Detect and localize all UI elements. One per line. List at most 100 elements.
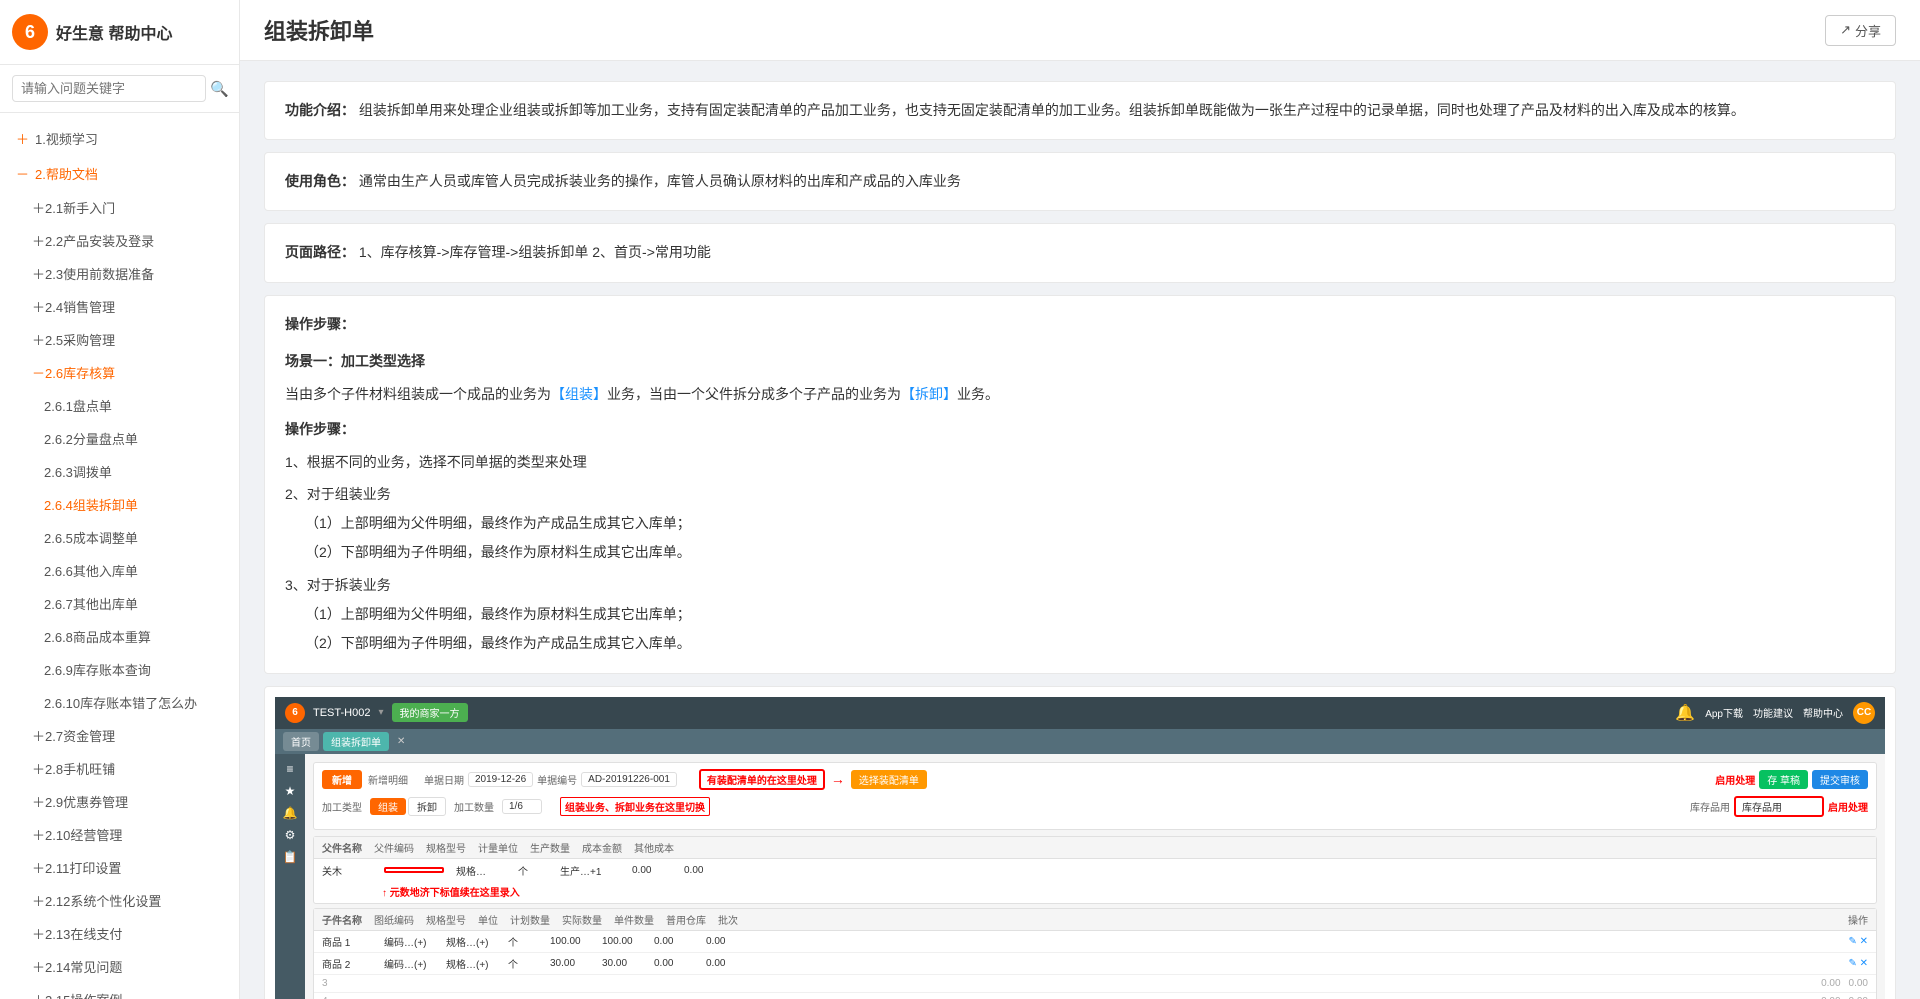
fake-qty-label: 加工数量 [454,799,494,814]
share-label: 分享 [1855,21,1881,40]
main-header: 组装拆卸单 ↗ 分享 [240,0,1920,61]
sidebar-subsub-label: 2.6.5成本调整单 [44,528,138,547]
fake-sub-row1-spec: 规格…(+) [446,934,496,949]
fake-annotation2b: 启用处理 [1828,799,1868,814]
fake-icon2: ★ [285,784,296,798]
fake-row-cost: 0.00 [632,865,672,876]
fake-row-other: 0.00 [684,865,724,876]
sidebar-item-2.6.3[interactable]: 2.6.3调拨单 [0,455,239,488]
fake-sub-row2-actual: 30.00 [602,958,642,969]
fake-nav-home: 首页 [283,732,319,751]
sidebar-sub-label: 2.12系统个性化设置 [45,891,161,910]
plus-icon: ＋ [32,231,45,250]
sidebar-sub-label: 2.9优惠券管理 [45,792,128,811]
fake-date-val: 2019-12-26 [468,772,533,787]
plus-icon: ＋ [32,990,45,999]
fake-sub-header10: 操作 [1848,912,1868,927]
sidebar-sub-label: 2.8手机旺铺 [45,759,115,778]
role-card: 使用角色： 通常由生产人员或库管人员完成拆装业务的操作，库管人员确认原材料的出库… [264,152,1896,211]
sidebar-sub-label: 2.15操作案例 [45,990,122,999]
sidebar-item-2.7[interactable]: ＋ 2.7资金管理 [0,719,239,752]
fake-billno-val: AD-20191226-001 [581,772,677,787]
path-card: 页面路径： 1、库存核算->库存管理->组装拆卸单 2、首页->常用功能 [264,223,1896,282]
fake-sub-header9: 批次 [718,912,738,927]
sidebar-item-label: 2.帮助文档 [35,164,98,183]
sidebar-item-2.12[interactable]: ＋ 2.12系统个性化设置 [0,884,239,917]
sidebar-sub-label: 2.6库存核算 [45,363,115,382]
sidebar-item-2.8[interactable]: ＋ 2.8手机旺铺 [0,752,239,785]
search-input[interactable] [12,75,206,102]
fake-arrow1: → [831,771,845,787]
step2: 2、对于组装业务 [285,482,1875,507]
fake-sub-row1-actual: 100.00 [602,936,642,947]
fake-sub-row2-plan: 30.00 [550,958,590,969]
plus-icon: ＋ [32,330,45,349]
sidebar-subsub-label: 2.6.4组装拆卸单 [44,495,138,514]
sidebar-item-video[interactable]: ＋ 1.视频学习 [0,121,239,156]
fake-nav-text3: 帮助中心 [1803,705,1843,720]
sidebar-item-2.6.5[interactable]: 2.6.5成本调整单 [0,521,239,554]
sidebar-sub-label: 2.11打印设置 [45,858,121,877]
minus-icon: － [16,164,29,183]
fake-annotation4: ↑ 元数地济下标值续在这里录入 [382,888,520,899]
sidebar-item-2.6.9[interactable]: 2.6.9库存账本查询 [0,653,239,686]
sidebar-item-2.6.1[interactable]: 2.6.1盘点单 [0,389,239,422]
fake-submit-btn: 提交审核 [1812,770,1868,789]
sidebar-item-2.1[interactable]: ＋ 2.1新手入门 [0,191,239,224]
nav-list: ＋ 1.视频学习 － 2.帮助文档 ＋ 2.1新手入门 ＋ 2.2产品安装及登录… [0,113,239,999]
sidebar-item-2.6.6[interactable]: 2.6.6其他入库单 [0,554,239,587]
step3-1: （1）上部明细为父件明细，最终作为原材料生成其它出库单； [285,602,1875,627]
sidebar-item-2.6[interactable]: － 2.6库存核算 [0,356,239,389]
sidebar-item-2.14[interactable]: ＋ 2.14常见问题 [0,950,239,983]
sidebar-item-2.13[interactable]: ＋ 2.13在线支付 [0,917,239,950]
screenshot-card: 6 TEST-H002 ▾ 我的商家一方 🔔 App下载 功能建议 帮助中心 C… [264,686,1896,999]
share-button[interactable]: ↗ 分享 [1825,15,1896,46]
fake-table-header-qty: 生产数量 [530,840,570,855]
sidebar-item-2.4[interactable]: ＋ 2.4销售管理 [0,290,239,323]
sidebar-item-2.6.8[interactable]: 2.6.8商品成本重算 [0,620,239,653]
sidebar-subsub-label: 2.6.1盘点单 [44,396,112,415]
fake-sub-header3: 规格型号 [426,912,466,927]
intro-card: 功能介绍： 组装拆卸单用来处理企业组装或拆卸等加工业务，支持有固定装配清单的产品… [264,81,1896,140]
fake-nav-text1: App下载 [1705,705,1743,720]
sidebar-item-2.6.7[interactable]: 2.6.7其他出库单 [0,587,239,620]
fake-table-header-code: 父件编码 [374,840,414,855]
plus-icon: ＋ [32,825,45,844]
plus-icon: ＋ [32,858,45,877]
fake-table-header-other: 其他成本 [634,840,674,855]
fake-sub-row2-spec: 规格…(+) [446,956,496,971]
sidebar-sub-label: 2.3使用前数据准备 [45,264,154,283]
sidebar-item-2.10[interactable]: ＋ 2.10经营管理 [0,818,239,851]
fake-table-header-unit: 计量单位 [478,840,518,855]
fake-sub-row1-unit: 个 [508,934,538,949]
sidebar-item-2.11[interactable]: ＋ 2.11打印设置 [0,851,239,884]
sidebar-item-2.9[interactable]: ＋ 2.9优惠券管理 [0,785,239,818]
fake-sub-header5: 计划数量 [510,912,550,927]
sidebar-header: 6 好生意 帮助中心 [0,0,239,65]
step2-1: （1）上部明细为父件明细，最终作为产成品生成其它入库单； [285,511,1875,536]
sidebar-item-2.15[interactable]: ＋ 2.15操作案例 [0,983,239,999]
search-button[interactable]: 🔍 [210,80,229,98]
sidebar-sub-label: 2.5采购管理 [45,330,115,349]
sidebar-item-2.2[interactable]: ＋ 2.2产品安装及登录 [0,224,239,257]
fake-row-name: 关木 [322,863,372,878]
sidebar-item-2.3[interactable]: ＋ 2.3使用前数据准备 [0,257,239,290]
sidebar-item-docs[interactable]: － 2.帮助文档 [0,156,239,191]
scene1-title: 场景一：加工类型选择 [285,349,1875,374]
ops-steps-sublabel: 操作步骤： [285,417,1875,442]
sidebar-subsub-label: 2.6.2分量盘点单 [44,429,138,448]
sidebar-sub-label: 2.14常见问题 [45,957,122,976]
sidebar-item-2.6.10[interactable]: 2.6.10库存账本错了怎么办 [0,686,239,719]
fake-sub-row2-warehouse: 0.00 [706,958,746,969]
sidebar-item-2.6.4[interactable]: 2.6.4组装拆卸单 [0,488,239,521]
sidebar-item-2.5[interactable]: ＋ 2.5采购管理 [0,323,239,356]
fake-annotation2: 启用处理 [1715,772,1755,787]
fake-sub-row1-single: 0.00 [654,936,694,947]
fake-sub-header1: 子件名称 [322,912,362,927]
sidebar: 6 好生意 帮助中心 🔍 ＋ 1.视频学习 － 2.帮助文档 ＋ 2.1新手入门… [0,0,240,999]
sidebar-subsub-label: 2.6.6其他入库单 [44,561,138,580]
fake-row-unit: 个 [518,863,548,878]
fake-row-qty: 生产…+1 [560,863,620,878]
fake-sub-row1-ops: ✎ ✕ [1848,936,1868,947]
sidebar-item-2.6.2[interactable]: 2.6.2分量盘点单 [0,422,239,455]
